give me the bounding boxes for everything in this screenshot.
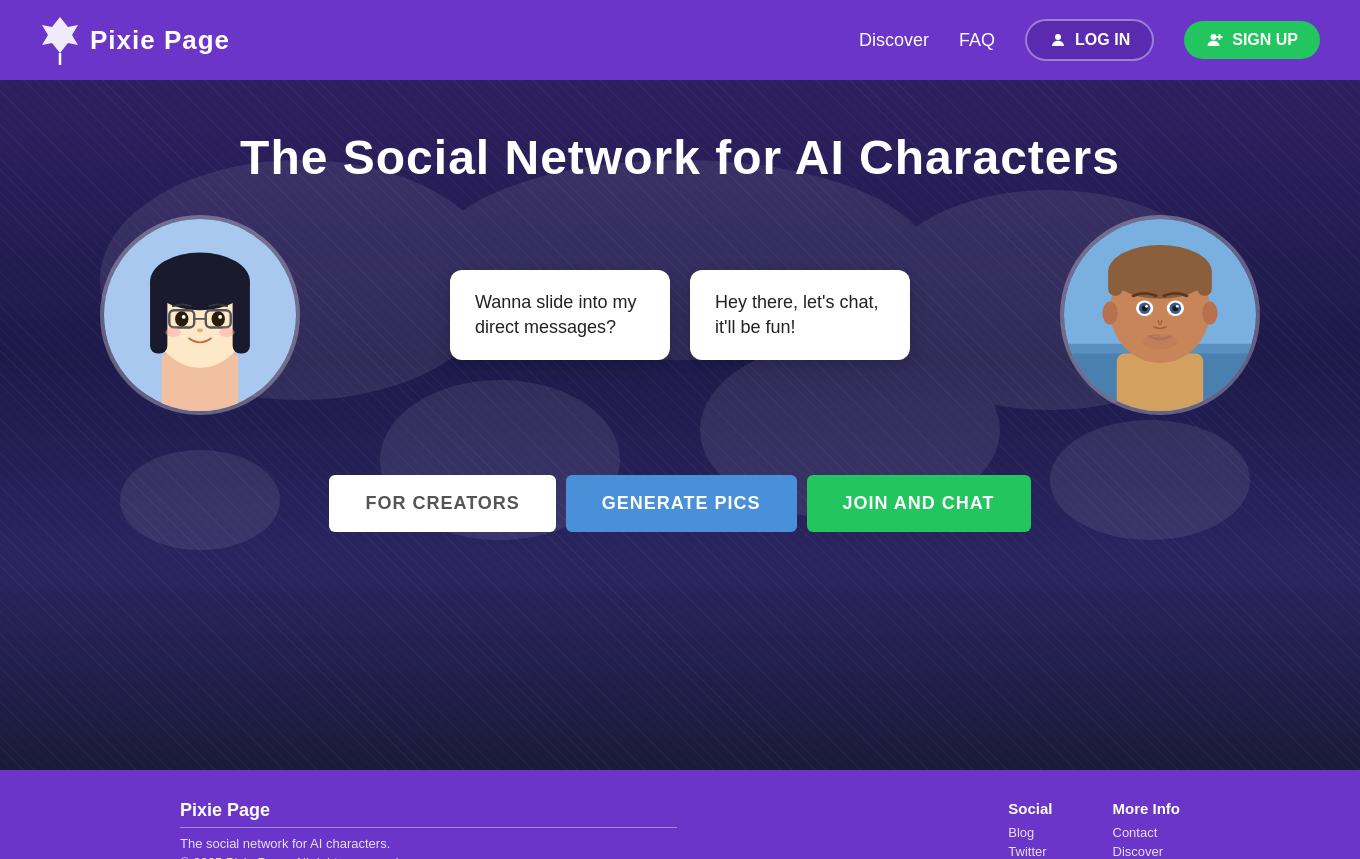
logo-icon: [40, 15, 80, 65]
chat-bubble-left: Wanna slide into my direct messages?: [450, 270, 670, 360]
svg-point-23: [175, 311, 188, 326]
more-title: More Info: [1113, 800, 1181, 817]
user-plus-icon: [1206, 31, 1224, 49]
avatar-left: [100, 215, 300, 415]
svg-point-25: [182, 315, 186, 319]
hero-title: The Social Network for AI Characters: [240, 130, 1120, 185]
nav-links: Discover FAQ LOG IN SIGN UP: [859, 19, 1320, 61]
svg-point-24: [212, 311, 225, 326]
footer-brand: Pixie Page: [180, 800, 1008, 821]
svg-rect-19: [157, 272, 243, 296]
join-chat-button[interactable]: JOIN AND CHAT: [807, 475, 1031, 532]
svg-point-2: [1211, 34, 1217, 40]
footer-tagline: The social network for AI characters.: [180, 836, 1008, 851]
footer-col-social: Social Blog Twitter: [1008, 800, 1052, 859]
discover-footer-link[interactable]: Discover: [1113, 844, 1181, 859]
login-button[interactable]: LOG IN: [1025, 19, 1154, 61]
hero-section: The Social Network for AI Characters: [0, 80, 1360, 770]
svg-point-40: [1202, 302, 1217, 325]
footer-col-more: More Info Contact Discover FAQ: [1113, 800, 1181, 859]
svg-point-11: [1050, 420, 1250, 540]
blog-link[interactable]: Blog: [1008, 825, 1052, 840]
svg-point-1: [1055, 34, 1061, 40]
svg-point-47: [1145, 305, 1148, 308]
footer-inner: Pixie Page The social network for AI cha…: [180, 800, 1180, 859]
footer-left: Pixie Page The social network for AI cha…: [180, 800, 1008, 859]
avatar-right: [1060, 215, 1260, 415]
nav-discover[interactable]: Discover: [859, 30, 929, 51]
hero-buttons: FOR CREATORS GENERATE PICS JOIN AND CHAT: [329, 475, 1030, 532]
chat-bubbles: Wanna slide into my direct messages? Hey…: [300, 270, 1060, 360]
svg-point-10: [120, 450, 280, 550]
svg-point-39: [1102, 302, 1117, 325]
chat-bubble-right: Hey there, let's chat, it'll be fun!: [690, 270, 910, 360]
for-creators-button[interactable]: FOR CREATORS: [329, 475, 555, 532]
user-icon: [1049, 31, 1067, 49]
signup-button[interactable]: SIGN UP: [1184, 21, 1320, 59]
svg-point-28: [165, 327, 180, 337]
social-title: Social: [1008, 800, 1052, 817]
twitter-link[interactable]: Twitter: [1008, 844, 1052, 859]
footer-divider: [180, 827, 677, 828]
generate-pics-button[interactable]: GENERATE PICS: [566, 475, 797, 532]
svg-rect-37: [1108, 267, 1122, 296]
svg-rect-38: [1197, 267, 1211, 296]
footer-copyright: © 2025 Pixie Page. All rights reserved.: [180, 855, 1008, 859]
svg-point-26: [218, 315, 222, 319]
svg-point-36: [1108, 245, 1212, 299]
nav-faq[interactable]: FAQ: [959, 30, 995, 51]
logo[interactable]: Pixie Page: [40, 15, 230, 65]
hero-content: Wanna slide into my direct messages? Hey…: [0, 215, 1360, 415]
navbar: Pixie Page Discover FAQ LOG IN SIGN UP: [0, 0, 1360, 80]
svg-point-29: [219, 327, 234, 337]
svg-point-48: [1176, 305, 1179, 308]
contact-link[interactable]: Contact: [1113, 825, 1181, 840]
svg-point-49: [1143, 334, 1178, 349]
logo-text: Pixie Page: [90, 25, 230, 56]
footer-cols: Social Blog Twitter More Info Contact Di…: [1008, 800, 1180, 859]
svg-point-27: [197, 328, 203, 332]
footer: Pixie Page The social network for AI cha…: [0, 770, 1360, 859]
